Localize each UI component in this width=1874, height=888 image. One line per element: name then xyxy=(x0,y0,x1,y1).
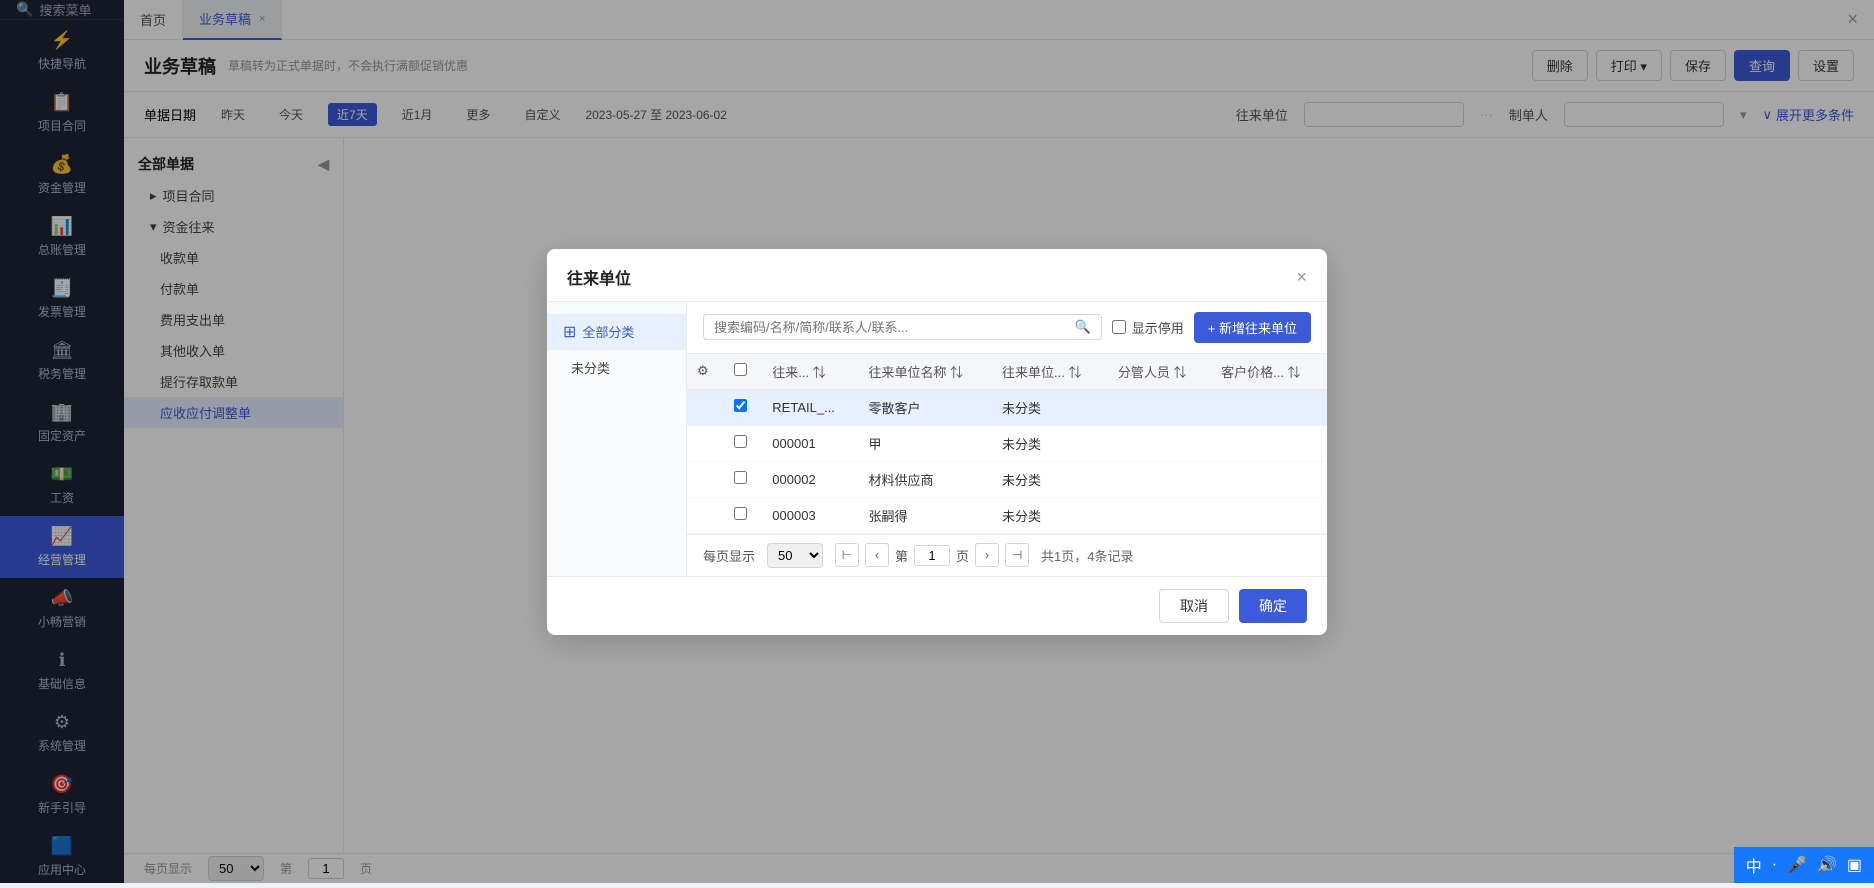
row-manager xyxy=(1108,389,1211,425)
dialog-sidebar-all[interactable]: ⊞ 全部分类 xyxy=(547,314,686,350)
dialog-header: 往来单位 × xyxy=(547,249,1327,302)
taskbar-speaker-icon[interactable]: 🔊 xyxy=(1817,855,1837,875)
cancel-button[interactable]: 取消 xyxy=(1159,589,1229,623)
row-name: 零散客户 xyxy=(859,389,993,425)
row-manager xyxy=(1108,461,1211,497)
row-price xyxy=(1211,497,1327,533)
dialog-actions: 取消 确定 xyxy=(547,576,1327,635)
row-name: 甲 xyxy=(859,425,993,461)
col-code[interactable]: 往来... ⇅ xyxy=(762,354,858,390)
show-disabled-toggle[interactable]: 显示停用 xyxy=(1112,318,1184,337)
row-checkbox[interactable] xyxy=(724,425,762,461)
row-name: 张嗣得 xyxy=(859,497,993,533)
row-price xyxy=(1211,389,1327,425)
col-manager[interactable]: 分管人员 ⇅ xyxy=(1108,354,1211,390)
dialog-close-btn[interactable]: × xyxy=(1296,268,1307,286)
pagination-controls: ⊢ ‹ 第 页 › ⊣ xyxy=(835,543,1029,567)
col-settings: ⚙ xyxy=(687,354,724,390)
prev-page-btn[interactable]: ‹ xyxy=(865,543,889,567)
taskbar-dot-icon: · xyxy=(1772,856,1777,874)
table-row[interactable]: RETAIL_... 零散客户 未分类 xyxy=(687,389,1327,425)
row-category: 未分类 xyxy=(992,497,1108,533)
next-page-btn[interactable]: › xyxy=(975,543,999,567)
row-price xyxy=(1211,461,1327,497)
dialog-table: ⚙ 往来... ⇅ 往来单位名称 ⇅ 往来单位... ⇅ 分管人员 ⇅ 客户价格… xyxy=(687,354,1327,534)
row-manager xyxy=(1108,497,1211,533)
row-code: 000001 xyxy=(762,425,858,461)
taskbar-mic-icon[interactable]: 🎤 xyxy=(1787,855,1807,875)
dialog-table-wrap: ⚙ 往来... ⇅ 往来单位名称 ⇅ 往来单位... ⇅ 分管人员 ⇅ 客户价格… xyxy=(687,354,1327,534)
total-info: 共1页，4条记录 xyxy=(1041,546,1133,565)
row-price xyxy=(1211,425,1327,461)
row-settings xyxy=(687,425,724,461)
add-party-button[interactable]: + 新增往来单位 xyxy=(1194,312,1311,343)
col-name[interactable]: 往来单位名称 ⇅ xyxy=(859,354,993,390)
dialog-sidebar: ⊞ 全部分类 未分类 xyxy=(547,302,687,576)
dialog-overlay[interactable]: 往来单位 × ⊞ 全部分类 未分类 🔍 xyxy=(0,0,1874,883)
dialog-main: 🔍 显示停用 + 新增往来单位 ⚙ xyxy=(687,302,1327,576)
taskbar-chinese-icon[interactable]: 中 xyxy=(1746,853,1762,877)
confirm-button[interactable]: 确定 xyxy=(1239,589,1307,623)
taskbar: 中 · 🎤 🔊 ▣ xyxy=(1734,847,1874,883)
dialog-sidebar-uncategorized[interactable]: 未分类 xyxy=(547,350,686,385)
dialog-search-box[interactable]: 🔍 xyxy=(703,314,1102,340)
row-checkbox[interactable] xyxy=(724,497,762,533)
search-icon: 🔍 xyxy=(1075,319,1091,335)
first-page-btn[interactable]: ⊢ xyxy=(835,543,859,567)
per-page-label: 每页显示 xyxy=(703,546,755,565)
dialog-toolbar: 🔍 显示停用 + 新增往来单位 xyxy=(687,302,1327,354)
table-row[interactable]: 000003 张嗣得 未分类 xyxy=(687,497,1327,533)
row-settings xyxy=(687,389,724,425)
col-price-level[interactable]: 客户价格... ⇅ xyxy=(1211,354,1327,390)
grid-icon: ⊞ xyxy=(563,322,576,342)
row-checkbox[interactable] xyxy=(724,461,762,497)
dialog-title: 往来单位 xyxy=(567,265,631,289)
row-category: 未分类 xyxy=(992,425,1108,461)
page-suffix: 页 xyxy=(956,546,969,565)
page-number-input[interactable] xyxy=(914,545,950,566)
page-label: 第 xyxy=(895,546,908,565)
row-manager xyxy=(1108,425,1211,461)
dialog-table-body: RETAIL_... 零散客户 未分类 000001 甲 xyxy=(687,389,1327,533)
row-checkbox[interactable] xyxy=(724,389,762,425)
show-disabled-checkbox[interactable] xyxy=(1112,320,1126,334)
row-category: 未分类 xyxy=(992,389,1108,425)
taskbar-layout-icon[interactable]: ▣ xyxy=(1847,855,1862,875)
select-all-checkbox[interactable] xyxy=(734,363,747,376)
row-settings xyxy=(687,497,724,533)
row-code: 000002 xyxy=(762,461,858,497)
row-category: 未分类 xyxy=(992,461,1108,497)
table-row[interactable]: 000002 材料供应商 未分类 xyxy=(687,461,1327,497)
party-dialog: 往来单位 × ⊞ 全部分类 未分类 🔍 xyxy=(547,249,1327,635)
dialog-pagination: 每页显示 50 100 ⊢ ‹ 第 页 › ⊣ 共1页，4条记录 xyxy=(687,534,1327,576)
row-code: RETAIL_... xyxy=(762,389,858,425)
row-settings xyxy=(687,461,724,497)
col-select xyxy=(724,354,762,390)
per-page-select[interactable]: 50 100 xyxy=(767,543,823,568)
dialog-search-input[interactable] xyxy=(714,320,1069,335)
last-page-btn[interactable]: ⊣ xyxy=(1005,543,1029,567)
col-category[interactable]: 往来单位... ⇅ xyxy=(992,354,1108,390)
row-name: 材料供应商 xyxy=(859,461,993,497)
dialog-body: ⊞ 全部分类 未分类 🔍 显示停用 xyxy=(547,302,1327,576)
dialog-table-header: ⚙ 往来... ⇅ 往来单位名称 ⇅ 往来单位... ⇅ 分管人员 ⇅ 客户价格… xyxy=(687,354,1327,390)
row-code: 000003 xyxy=(762,497,858,533)
table-row[interactable]: 000001 甲 未分类 xyxy=(687,425,1327,461)
